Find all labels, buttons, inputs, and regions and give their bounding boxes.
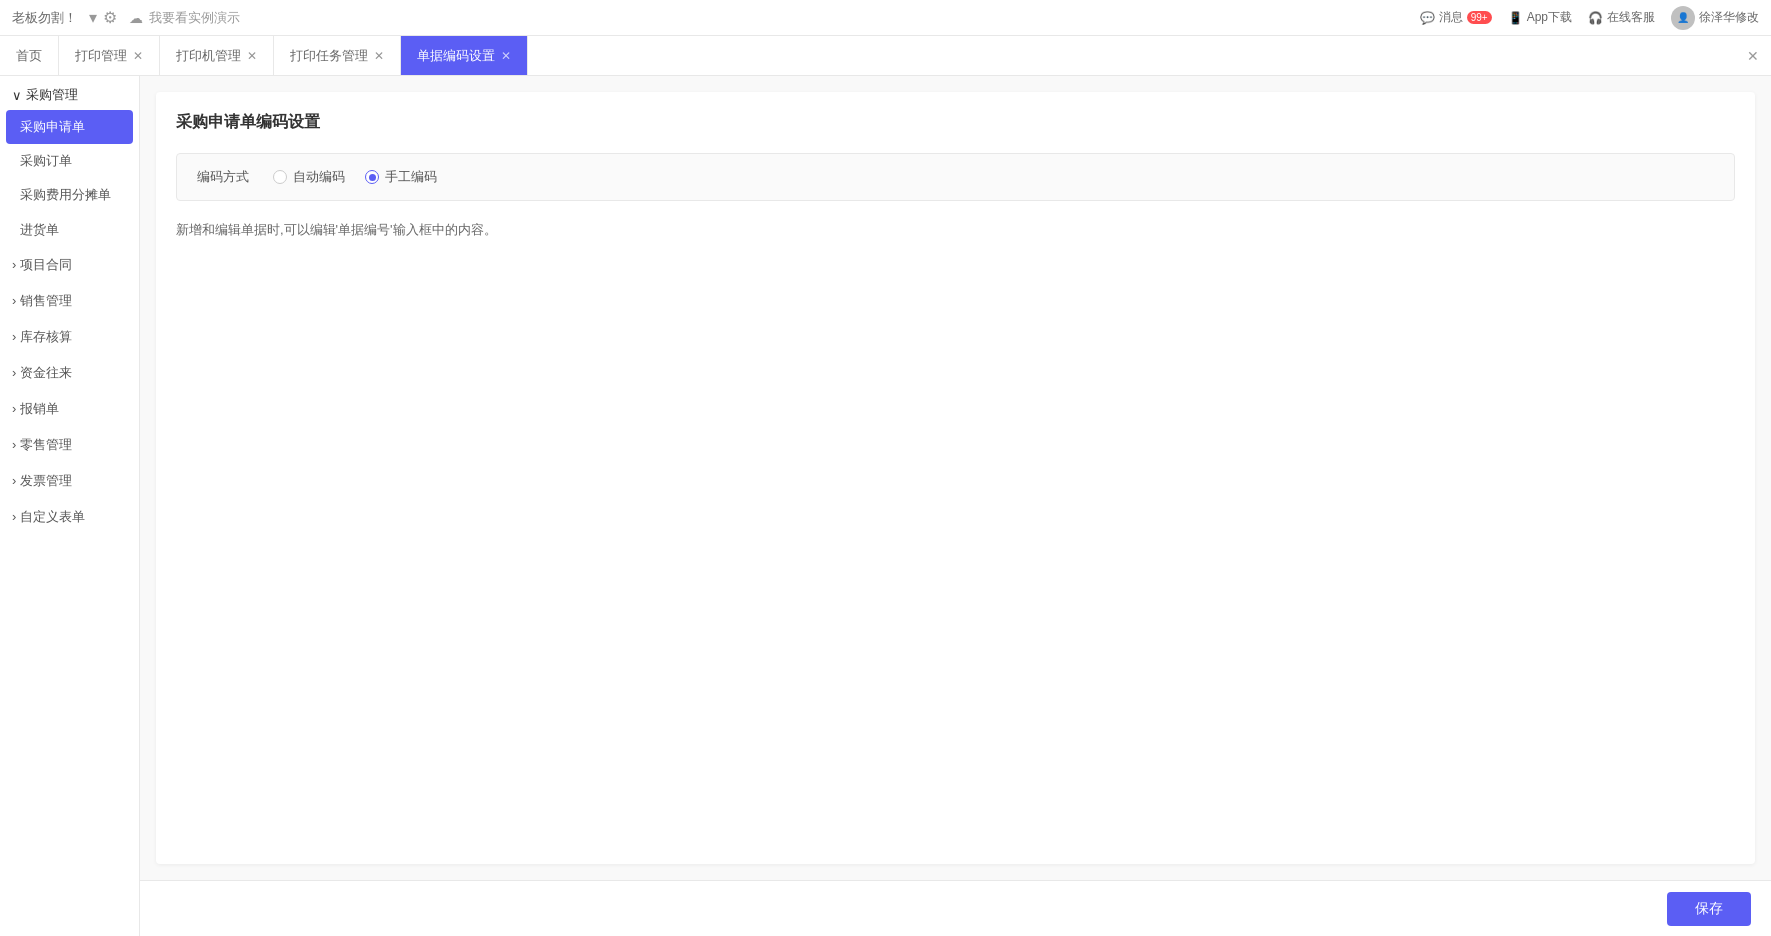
service-icon: 🎧 — [1588, 11, 1603, 25]
sidebar-item-purchase-order[interactable]: 采购订单 — [0, 144, 139, 178]
sidebar-item-purchase-request-label: 采购申请单 — [20, 119, 85, 134]
sidebar: ∨ 采购管理 采购申请单 采购订单 采购费用分摊单 进货单 › 项目合同 › 销… — [0, 76, 140, 936]
sidebar-group-invoice-label: 发票管理 — [20, 472, 72, 490]
manual-encoding-radio[interactable] — [365, 170, 379, 184]
chevron-right-icon: › — [12, 329, 16, 344]
sidebar-group-expense-label: 报销单 — [20, 400, 59, 418]
tab-print-management-label: 打印管理 — [75, 47, 127, 65]
save-button[interactable]: 保存 — [1667, 892, 1751, 926]
auto-encoding-label: 自动编码 — [293, 168, 345, 186]
sidebar-group-purchase-label: 采购管理 — [26, 86, 78, 104]
content-area: 采购申请单编码设置 编码方式 自动编码 手工编码 — [140, 76, 1771, 936]
encoding-label: 编码方式 — [197, 168, 257, 186]
tab-close-icon[interactable]: ✕ — [247, 49, 257, 63]
auto-encoding-option[interactable]: 自动编码 — [273, 168, 345, 186]
message-badge: 99+ — [1467, 11, 1492, 24]
tab-printer-management-label: 打印机管理 — [176, 47, 241, 65]
page-title: 采购申请单编码设置 — [176, 112, 1735, 133]
tab-bar-close[interactable]: ✕ — [1735, 36, 1771, 75]
manual-encoding-label: 手工编码 — [385, 168, 437, 186]
sidebar-group-purchase[interactable]: ∨ 采购管理 — [0, 76, 139, 110]
search-text: 我要看实例演示 — [149, 9, 240, 27]
sidebar-group-inventory[interactable]: › 库存核算 — [0, 319, 139, 355]
message-icon: 💬 — [1420, 11, 1435, 25]
sidebar-group-custom-forms[interactable]: › 自定义表单 — [0, 499, 139, 535]
sidebar-group-retail-label: 零售管理 — [20, 436, 72, 454]
sidebar-item-purchase-expense[interactable]: 采购费用分摊单 — [0, 178, 139, 212]
chevron-down-icon: ∨ — [12, 88, 22, 103]
settings-icon[interactable]: ⚙ — [103, 8, 117, 27]
tab-home-label: 首页 — [16, 47, 42, 65]
top-bar-right: 💬 消息 99+ 📱 App下载 🎧 在线客服 👤 徐泽华修改 — [1420, 6, 1759, 30]
chevron-right-icon: › — [12, 365, 16, 380]
tab-bar: 首页 打印管理 ✕ 打印机管理 ✕ 打印任务管理 ✕ 单据编码设置 ✕ ✕ — [0, 36, 1771, 76]
top-bar-icons: ▾ ⚙ — [89, 8, 117, 27]
sidebar-item-purchase-receipt-label: 进货单 — [20, 222, 59, 237]
sidebar-group-finance[interactable]: › 资金往来 — [0, 355, 139, 391]
chevron-right-icon: › — [12, 293, 16, 308]
tab-home[interactable]: 首页 — [0, 36, 59, 75]
radio-group: 自动编码 手工编码 — [273, 168, 437, 186]
tab-encoding-settings-label: 单据编码设置 — [417, 47, 495, 65]
tab-close-icon[interactable]: ✕ — [501, 49, 511, 63]
online-service-button[interactable]: 🎧 在线客服 — [1588, 9, 1655, 26]
main-layout: ∨ 采购管理 采购申请单 采购订单 采购费用分摊单 进货单 › 项目合同 › 销… — [0, 76, 1771, 936]
chevron-right-icon: › — [12, 401, 16, 416]
sidebar-group-finance-label: 资金往来 — [20, 364, 72, 382]
footer-bar: 保存 — [140, 880, 1771, 936]
avatar: 👤 — [1671, 6, 1695, 30]
tab-print-task-label: 打印任务管理 — [290, 47, 368, 65]
phone-icon: 📱 — [1508, 11, 1523, 25]
content-body: 采购申请单编码设置 编码方式 自动编码 手工编码 — [156, 92, 1755, 864]
sidebar-group-invoice[interactable]: › 发票管理 — [0, 463, 139, 499]
top-bar: 老板勿割！ ▾ ⚙ ☁ 我要看实例演示 💬 消息 99+ 📱 App下载 🎧 在… — [0, 0, 1771, 36]
sidebar-group-project[interactable]: › 项目合同 — [0, 247, 139, 283]
tab-close-icon[interactable]: ✕ — [133, 49, 143, 63]
cloud-icon: ☁ — [129, 10, 143, 26]
sidebar-group-sales-label: 销售管理 — [20, 292, 72, 310]
hint-text: 新增和编辑单据时,可以编辑'单据编号'输入框中的内容。 — [176, 221, 1735, 239]
sidebar-item-purchase-request[interactable]: 采购申请单 — [6, 110, 133, 144]
sidebar-group-project-label: 项目合同 — [20, 256, 72, 274]
auto-encoding-radio[interactable] — [273, 170, 287, 184]
chevron-right-icon: › — [12, 257, 16, 272]
sidebar-group-inventory-label: 库存核算 — [20, 328, 72, 346]
sidebar-item-purchase-order-label: 采购订单 — [20, 153, 72, 168]
tab-encoding-settings[interactable]: 单据编码设置 ✕ — [401, 36, 528, 75]
tab-print-task[interactable]: 打印任务管理 ✕ — [274, 36, 401, 75]
sidebar-group-custom-forms-label: 自定义表单 — [20, 508, 85, 526]
tab-printer-management[interactable]: 打印机管理 ✕ — [160, 36, 274, 75]
brand-text: 老板勿割！ — [12, 9, 77, 27]
user-name: 徐泽华修改 — [1699, 9, 1759, 26]
chevron-right-icon: › — [12, 437, 16, 452]
chevron-right-icon: › — [12, 473, 16, 488]
manual-encoding-option[interactable]: 手工编码 — [365, 168, 437, 186]
app-download-label: App下载 — [1527, 9, 1572, 26]
message-button[interactable]: 💬 消息 99+ — [1420, 9, 1492, 26]
tab-print-management[interactable]: 打印管理 ✕ — [59, 36, 160, 75]
sidebar-item-purchase-expense-label: 采购费用分摊单 — [20, 187, 111, 202]
user-profile[interactable]: 👤 徐泽华修改 — [1671, 6, 1759, 30]
message-label: 消息 — [1439, 9, 1463, 26]
sidebar-group-sales[interactable]: › 销售管理 — [0, 283, 139, 319]
chevron-right-icon: › — [12, 509, 16, 524]
sidebar-group-retail[interactable]: › 零售管理 — [0, 427, 139, 463]
sidebar-item-purchase-receipt[interactable]: 进货单 — [0, 213, 139, 247]
radio-dot — [369, 174, 376, 181]
tab-close-icon[interactable]: ✕ — [374, 49, 384, 63]
top-bar-left: 老板勿割！ ▾ ⚙ ☁ 我要看实例演示 — [12, 8, 240, 27]
online-service-label: 在线客服 — [1607, 9, 1655, 26]
encoding-form: 编码方式 自动编码 手工编码 — [176, 153, 1735, 201]
chevron-down-icon[interactable]: ▾ — [89, 8, 97, 27]
app-download-button[interactable]: 📱 App下载 — [1508, 9, 1572, 26]
sidebar-group-expense[interactable]: › 报销单 — [0, 391, 139, 427]
search-area[interactable]: ☁ 我要看实例演示 — [129, 9, 240, 27]
